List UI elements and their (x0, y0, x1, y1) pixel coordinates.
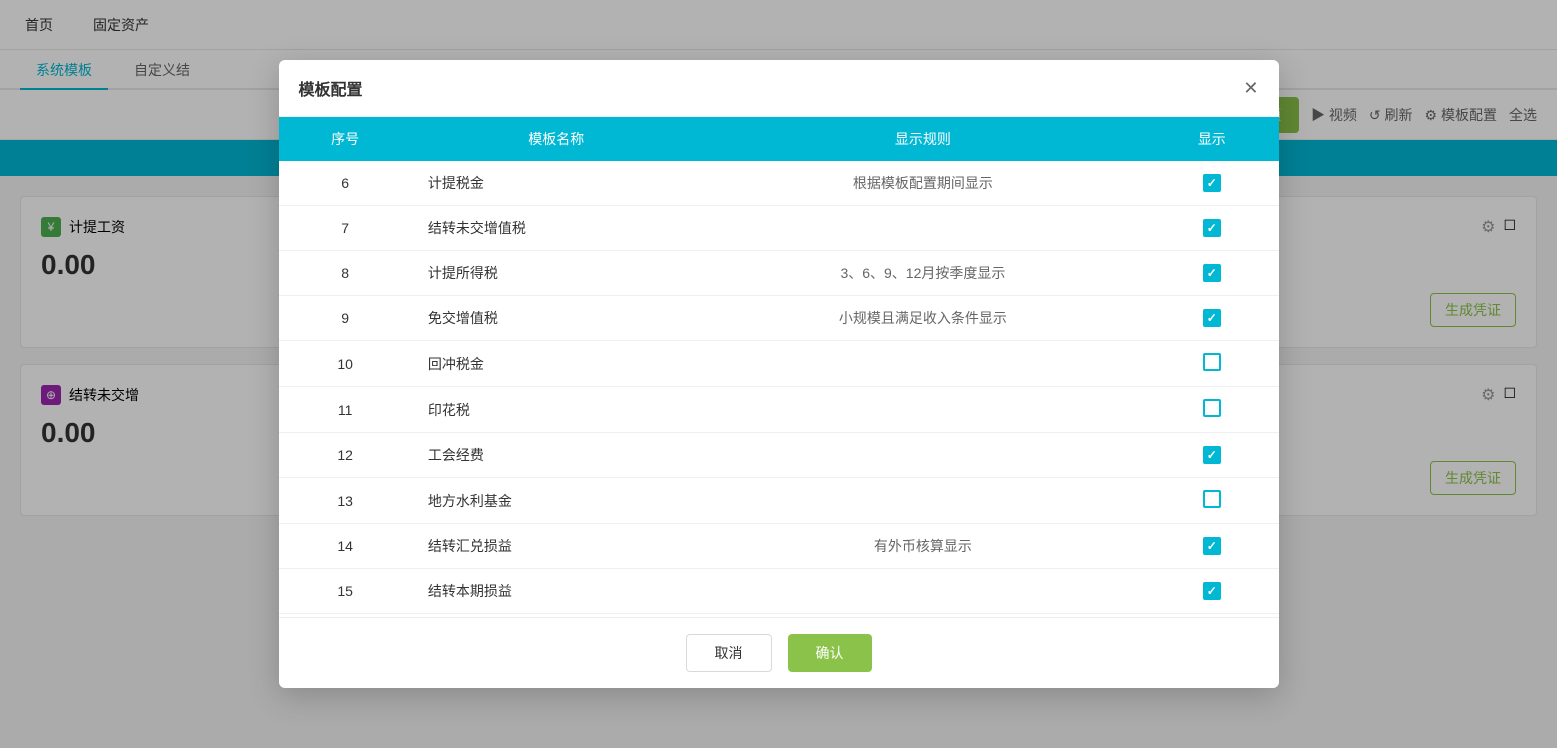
cell-rule (701, 341, 1145, 387)
col-header-rule: 显示规则 (701, 117, 1145, 161)
modal-footer: 取消 确认 (279, 617, 1279, 688)
cell-checkbox (1145, 387, 1278, 433)
checkbox-display-12[interactable] (1203, 446, 1221, 464)
table-row: 10回冲税金 (279, 341, 1279, 387)
cell-checkbox (1145, 296, 1278, 341)
checkbox-display-10[interactable] (1203, 353, 1221, 371)
table-row: 12工会经费 (279, 433, 1279, 478)
cell-checkbox (1145, 478, 1278, 524)
checkbox-display-11[interactable] (1203, 399, 1221, 417)
table-row: 15结转本期损益 (279, 569, 1279, 614)
cell-name: 结转未分配利润 (412, 614, 701, 618)
checkbox-display-7[interactable] (1203, 219, 1221, 237)
cell-checkbox (1145, 161, 1278, 206)
checkbox-display-15[interactable] (1203, 582, 1221, 600)
cell-rule (701, 569, 1145, 614)
checkbox-display-14[interactable] (1203, 537, 1221, 555)
cell-rule: 有外币核算显示 (701, 524, 1145, 569)
cell-id: 7 (279, 206, 412, 251)
cell-rule: 3、6、9、12月按季度显示 (701, 251, 1145, 296)
cell-checkbox (1145, 341, 1278, 387)
cell-id: 9 (279, 296, 412, 341)
checkbox-display-9[interactable] (1203, 309, 1221, 327)
table-row: 14结转汇兑损益有外币核算显示 (279, 524, 1279, 569)
cell-name: 地方水利基金 (412, 478, 701, 524)
cell-checkbox (1145, 569, 1278, 614)
config-table: 序号 模板名称 显示规则 显示 6计提税金根据模板配置期间显示7结转未交增值税8… (279, 117, 1279, 617)
cancel-button[interactable]: 取消 (686, 634, 772, 672)
cell-id: 10 (279, 341, 412, 387)
confirm-button[interactable]: 确认 (788, 634, 872, 672)
cell-checkbox (1145, 206, 1278, 251)
table-wrapper: 序号 模板名称 显示规则 显示 6计提税金根据模板配置期间显示7结转未交增值税8… (279, 117, 1279, 617)
cell-name: 计提税金 (412, 161, 701, 206)
cell-checkbox (1145, 251, 1278, 296)
checkbox-display-6[interactable] (1203, 174, 1221, 192)
cell-rule (701, 206, 1145, 251)
cell-rule (701, 478, 1145, 524)
cell-rule (701, 387, 1145, 433)
template-config-modal: 模板配置 ✕ 序号 模板名称 显示规则 显示 6计提税金根据模板配置期间显示7结… (279, 60, 1279, 688)
cell-rule: 根据模板配置期间显示 (701, 161, 1145, 206)
cell-id: 14 (279, 524, 412, 569)
table-row: 6计提税金根据模板配置期间显示 (279, 161, 1279, 206)
modal-close-button[interactable]: ✕ (1243, 79, 1258, 97)
cell-name: 计提所得税 (412, 251, 701, 296)
cell-id: 12 (279, 433, 412, 478)
col-header-id: 序号 (279, 117, 412, 161)
cell-checkbox (1145, 433, 1278, 478)
cell-rule: 小规模且满足收入条件显示 (701, 296, 1145, 341)
table-row: 11印花税 (279, 387, 1279, 433)
table-header: 序号 模板名称 显示规则 显示 (279, 117, 1279, 161)
cell-name: 免交增值税 (412, 296, 701, 341)
table-row: 9免交增值税小规模且满足收入条件显示 (279, 296, 1279, 341)
cell-name: 工会经费 (412, 433, 701, 478)
cell-name: 结转未交增值税 (412, 206, 701, 251)
table-row: 16结转未分配利润12月份显示 (279, 614, 1279, 618)
cell-name: 结转汇兑损益 (412, 524, 701, 569)
modal-header: 模板配置 ✕ (279, 60, 1279, 117)
checkbox-display-13[interactable] (1203, 490, 1221, 508)
cell-id: 8 (279, 251, 412, 296)
cell-checkbox (1145, 614, 1278, 618)
cell-id: 11 (279, 387, 412, 433)
cell-name: 回冲税金 (412, 341, 701, 387)
checkbox-display-8[interactable] (1203, 264, 1221, 282)
table-row: 13地方水利基金 (279, 478, 1279, 524)
table-row: 7结转未交增值税 (279, 206, 1279, 251)
cell-id: 16 (279, 614, 412, 618)
cell-checkbox (1145, 524, 1278, 569)
table-body: 6计提税金根据模板配置期间显示7结转未交增值税8计提所得税3、6、9、12月按季… (279, 161, 1279, 617)
col-header-display: 显示 (1145, 117, 1278, 161)
cell-id: 6 (279, 161, 412, 206)
modal-title: 模板配置 (299, 76, 363, 100)
cell-id: 15 (279, 569, 412, 614)
cell-name: 结转本期损益 (412, 569, 701, 614)
cell-rule: 12月份显示 (701, 614, 1145, 618)
cell-id: 13 (279, 478, 412, 524)
col-header-name: 模板名称 (412, 117, 701, 161)
modal-overlay: 模板配置 ✕ 序号 模板名称 显示规则 显示 6计提税金根据模板配置期间显示7结… (0, 0, 1557, 748)
cell-name: 印花税 (412, 387, 701, 433)
cell-rule (701, 433, 1145, 478)
table-row: 8计提所得税3、6、9、12月按季度显示 (279, 251, 1279, 296)
